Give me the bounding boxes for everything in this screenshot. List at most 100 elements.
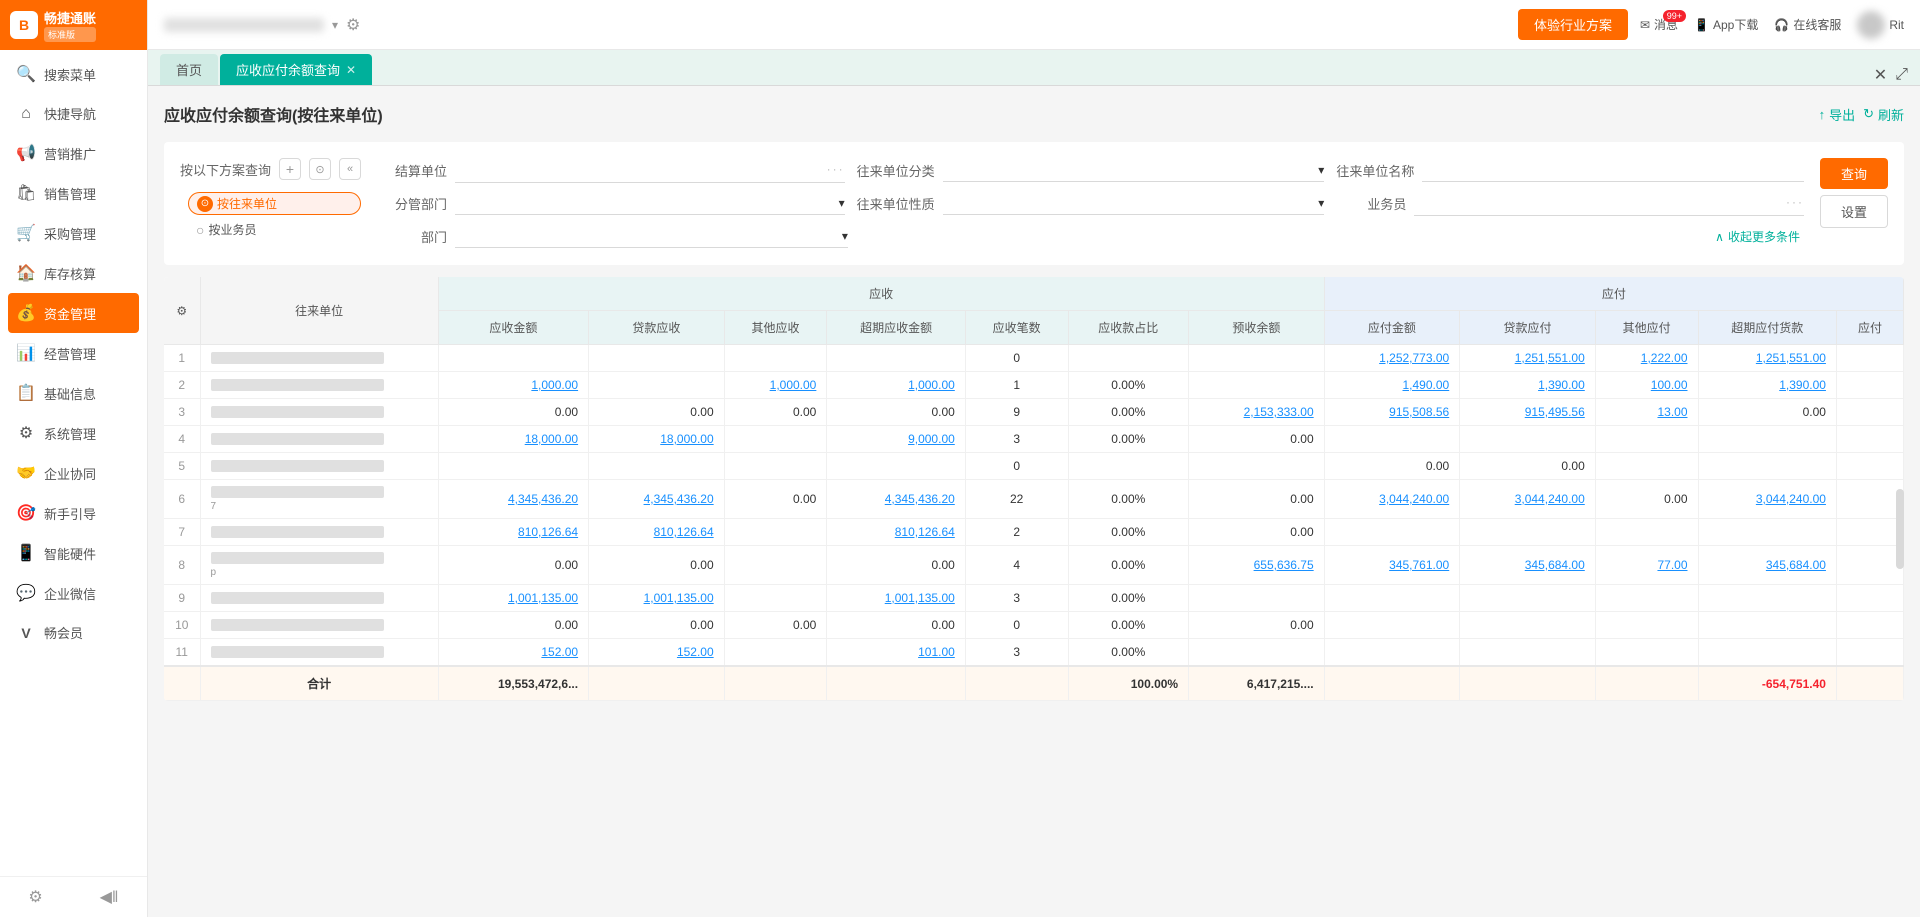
table-cell[interactable]: 18,000.00 — [438, 426, 588, 453]
table-body: 101,252,773.001,251,551.001,222.001,251,… — [164, 345, 1904, 667]
breadcrumb-chevron-icon[interactable]: ▾ — [332, 18, 338, 32]
table-cell[interactable]: 1,001,135.00 — [438, 585, 588, 612]
sidebar-item-finance[interactable]: 💰 资金管理 — [8, 293, 139, 333]
table-cell[interactable]: 1,000.00 — [827, 372, 965, 399]
promo-button[interactable]: 体验行业方案 — [1518, 9, 1628, 40]
online-service-btn[interactable]: 🎧 在线客服 — [1774, 16, 1841, 33]
table-cell[interactable]: 3,044,240.00 — [1324, 480, 1460, 519]
tab-close-icon[interactable]: ✕ — [346, 63, 356, 77]
table-cell: 9 — [164, 585, 200, 612]
sidebar-item-inventory[interactable]: 🏠 库存核算 — [0, 253, 147, 293]
header-gear-icon[interactable]: ⚙ — [346, 15, 360, 35]
table-cell — [589, 372, 725, 399]
table-cell[interactable]: 152.00 — [438, 639, 588, 667]
scrollbar[interactable] — [1896, 489, 1904, 569]
table-cell[interactable]: 101.00 — [827, 639, 965, 667]
table-cell[interactable]: 345,684.00 — [1698, 546, 1836, 585]
sidebar-item-wechat[interactable]: 💬 企业微信 — [0, 573, 147, 613]
table-cell[interactable]: 100.00 — [1595, 372, 1698, 399]
table-cell[interactable]: 1,490.00 — [1324, 372, 1460, 399]
sidebar-item-sales[interactable]: 🛍 销售管理 — [0, 173, 147, 213]
tab-query[interactable]: 应收应付余额查询 ✕ — [220, 54, 372, 85]
table-cell[interactable]: 4,345,436.20 — [589, 480, 725, 519]
filter-collapse-btn[interactable]: « — [339, 158, 361, 180]
wanglai-name-input[interactable] — [1422, 159, 1804, 182]
table-cell[interactable]: 77.00 — [1595, 546, 1698, 585]
table-cell — [1595, 585, 1698, 612]
table-cell[interactable]: 13.00 — [1595, 399, 1698, 426]
setting-button[interactable]: 设置 — [1820, 195, 1888, 228]
message-badge: 99+ — [1663, 10, 1686, 22]
table-cell — [1698, 453, 1836, 480]
table-cell[interactable]: 915,508.56 — [1324, 399, 1460, 426]
table-cell[interactable]: 810,126.64 — [589, 519, 725, 546]
dept-select[interactable]: ▾ — [455, 225, 848, 248]
table-cell[interactable]: 18,000.00 — [589, 426, 725, 453]
table-cell[interactable]: 3,044,240.00 — [1698, 480, 1836, 519]
table-cell[interactable]: 345,761.00 — [1324, 546, 1460, 585]
table-cell[interactable]: 810,126.64 — [827, 519, 965, 546]
sidebar-item-operation[interactable]: 📊 经营管理 — [0, 333, 147, 373]
table-cell[interactable]: 152.00 — [589, 639, 725, 667]
table-cell — [1324, 426, 1460, 453]
sidebar-item-basic[interactable]: 📋 基础信息 — [0, 373, 147, 413]
sidebar-item-quicknav[interactable]: ⌂ 快捷导航 — [0, 94, 147, 133]
user-area[interactable]: Rit — [1857, 11, 1904, 39]
fenguan-select[interactable]: ▾ — [455, 192, 845, 215]
sidebar-item-guide[interactable]: 🎯 新手引导 — [0, 493, 147, 533]
table-cell: 1 — [965, 372, 1068, 399]
wanglai-type-select[interactable]: ▾ — [943, 159, 1325, 182]
filter-add-button[interactable]: + — [279, 158, 301, 180]
salesman-input[interactable] — [1414, 191, 1786, 213]
sidebar-item-hardware[interactable]: 📱 智能硬件 — [0, 533, 147, 573]
sidebar-item-purchase[interactable]: 🛒 采购管理 — [0, 213, 147, 253]
wanglai-nature-select[interactable]: ▾ — [943, 192, 1325, 215]
table-cell[interactable]: 915,495.56 — [1460, 399, 1596, 426]
table-cell[interactable]: 4,345,436.20 — [827, 480, 965, 519]
table-cell[interactable]: 4,345,436.20 — [438, 480, 588, 519]
table-cell: 11 — [164, 639, 200, 667]
table-cell[interactable]: 9,000.00 — [827, 426, 965, 453]
tab-close-window-icon[interactable]: ✕ — [1874, 65, 1887, 85]
chevron-up-icon: ∧ — [1715, 230, 1724, 244]
table-cell[interactable]: 1,000.00 — [724, 372, 827, 399]
table-cell[interactable]: 655,636.75 — [1189, 546, 1325, 585]
settings-footer-btn[interactable]: ⚙ — [28, 887, 42, 907]
table-cell[interactable]: 345,684.00 — [1460, 546, 1596, 585]
filter-scheme-button[interactable]: ⊙ — [309, 158, 331, 180]
table-cell[interactable]: 3,044,240.00 — [1460, 480, 1596, 519]
sidebar-item-search[interactable]: 🔍 搜索菜单 — [0, 54, 147, 94]
collapse-footer-btn[interactable]: ◀‖ — [100, 887, 119, 907]
filter-option-salesman[interactable]: ○ 按业务员 — [188, 219, 361, 240]
tab-home[interactable]: 首页 — [160, 54, 218, 85]
sidebar-item-system[interactable]: ⚙ 系统管理 — [0, 413, 147, 453]
sidebar-item-marketing[interactable]: 📢 营销推广 — [0, 133, 147, 173]
table-cell[interactable]: 1,000.00 — [438, 372, 588, 399]
sidebar-item-collab[interactable]: 🤝 企业协同 — [0, 453, 147, 493]
table-cell[interactable]: 1,390.00 — [1460, 372, 1596, 399]
collapse-button[interactable]: ∧ 收起更多条件 — [1711, 224, 1804, 249]
jiesuan-input[interactable] — [455, 158, 827, 180]
table-cell[interactable]: 1,001,135.00 — [827, 585, 965, 612]
table-cell[interactable]: 1,252,773.00 — [1324, 345, 1460, 372]
gear-header[interactable]: ⚙ — [164, 277, 200, 345]
table-cell[interactable]: 1,001,135.00 — [589, 585, 725, 612]
basic-icon: 📋 — [16, 383, 36, 403]
table-cell[interactable]: 1,251,551.00 — [1698, 345, 1836, 372]
messages-btn[interactable]: ✉ 消息 99+ — [1640, 16, 1678, 33]
table-cell[interactable]: 1,251,551.00 — [1460, 345, 1596, 372]
filter-option-partner[interactable]: ⊙ 按往来单位 — [188, 192, 361, 215]
app-download-btn[interactable]: 📱 App下载 — [1694, 16, 1758, 33]
table-cell[interactable]: 2,153,333.00 — [1189, 399, 1325, 426]
query-button[interactable]: 查询 — [1820, 158, 1888, 189]
sidebar-item-vip[interactable]: V 畅会员 — [0, 613, 147, 652]
table-cell[interactable]: 810,126.64 — [438, 519, 588, 546]
table-cell[interactable]: 1,222.00 — [1595, 345, 1698, 372]
salesman-dots-icon[interactable]: ··· — [1786, 195, 1804, 209]
refresh-button[interactable]: ↻ 刷新 — [1863, 105, 1904, 124]
export-button[interactable]: ↑ 导出 — [1819, 105, 1856, 124]
payable-group-header: 应付 — [1324, 277, 1903, 311]
tab-expand-icon[interactable]: ⤢ — [1895, 66, 1908, 84]
jiesuan-dots-icon[interactable]: ··· — [827, 162, 845, 176]
table-cell[interactable]: 1,390.00 — [1698, 372, 1836, 399]
